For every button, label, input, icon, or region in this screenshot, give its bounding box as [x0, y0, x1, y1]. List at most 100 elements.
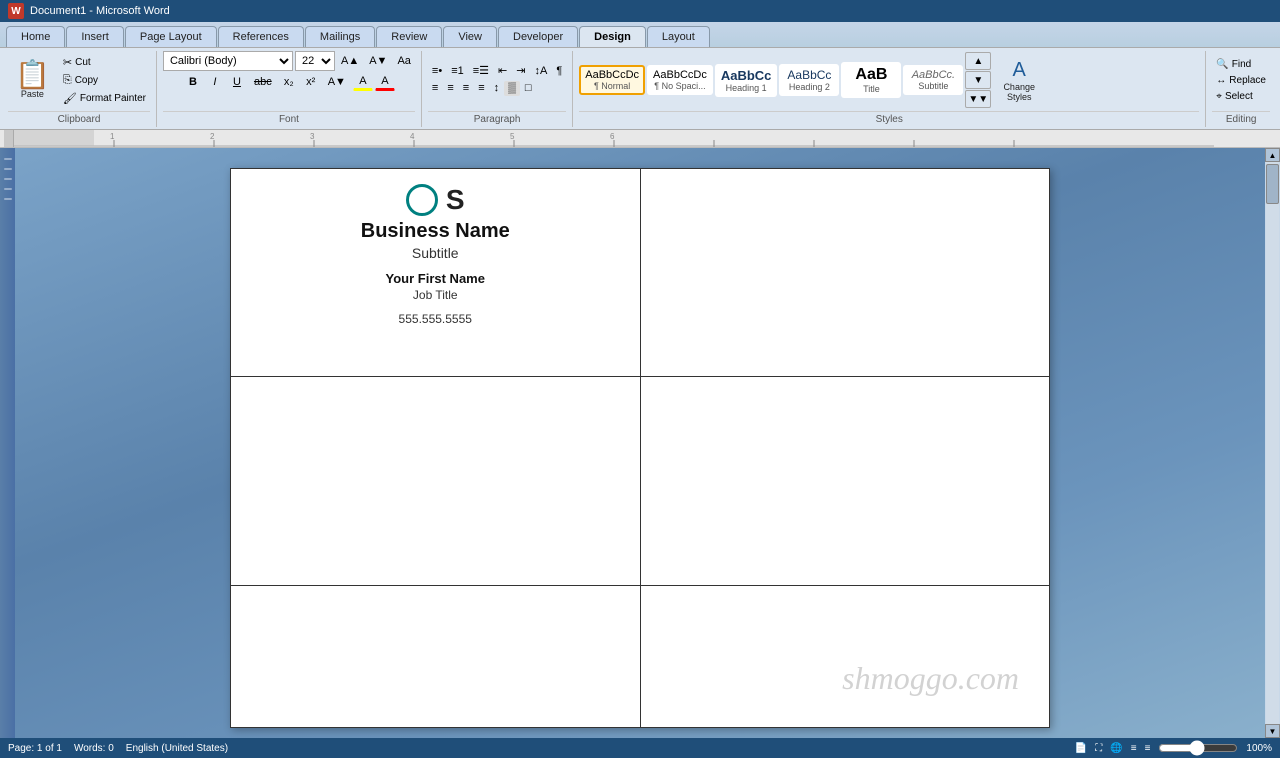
change-styles-button[interactable]: A Change Styles: [993, 51, 1045, 109]
font-size-select[interactable]: 22 81012141824: [295, 51, 335, 71]
grow-font-button[interactable]: A▲: [337, 54, 363, 69]
card-cell-3-2[interactable]: shmoggo.com: [640, 585, 1050, 728]
phone[interactable]: 555.555.5555: [251, 312, 620, 326]
card-cell-2-1[interactable]: [231, 377, 641, 585]
style-title-label: Title: [847, 84, 895, 94]
tab-design[interactable]: Design: [579, 26, 646, 47]
replace-button[interactable]: ↔ Replace: [1212, 73, 1270, 88]
view-print-icon[interactable]: 📄: [1075, 743, 1087, 754]
card-row-2: [231, 377, 1050, 585]
style-h2-button[interactable]: AaBbCc Heading 2: [779, 64, 839, 96]
style-nospace-preview: AaBbCcDc: [653, 69, 707, 81]
ribbon: Home Insert Page Layout References Maili…: [0, 22, 1280, 130]
business-name[interactable]: Business Name: [251, 220, 620, 243]
styles-scroll-up[interactable]: ▲: [965, 52, 991, 70]
font-group: Calibri (Body) 22 81012141824 A▲ A▼ Aa B…: [159, 51, 422, 127]
paste-label: Paste: [21, 89, 44, 99]
text-effects-button[interactable]: A▼: [323, 74, 351, 90]
style-title-button[interactable]: AaB Title: [841, 62, 901, 98]
sort-button[interactable]: ↕A: [530, 64, 551, 79]
clear-formatting-button[interactable]: Aa: [393, 54, 414, 69]
style-subtitle-button[interactable]: AaBbCc. Subtitle: [903, 65, 963, 95]
style-normal-label: ¶ Normal: [585, 81, 639, 91]
right-scrollbar[interactable]: ▲ ▼: [1265, 148, 1280, 738]
bold-button[interactable]: B: [183, 74, 203, 90]
clipboard-group-top: 📋 Paste ✂ Cut ⎘ Copy 🖌: [8, 51, 150, 109]
tab-review[interactable]: Review: [376, 26, 442, 47]
font-group-top: Calibri (Body) 22 81012141824 A▲ A▼ Aa B…: [163, 51, 415, 109]
view-full-icon[interactable]: ⛶: [1095, 743, 1102, 754]
superscript-button[interactable]: x²: [301, 74, 321, 90]
styles-expand[interactable]: ▼▼: [965, 90, 991, 108]
font-color-button[interactable]: A: [375, 73, 395, 91]
tab-layout[interactable]: Layout: [647, 26, 710, 47]
highlight-button[interactable]: A: [353, 73, 373, 91]
card-table: S Business Name Subtitle Your First Name…: [230, 168, 1050, 728]
scroll-up-button[interactable]: ▲: [1265, 148, 1280, 162]
card-cell-1-2[interactable]: [640, 169, 1050, 377]
clipboard-buttons: 📋 Paste ✂ Cut ⎘ Copy 🖌: [8, 54, 150, 107]
clipboard-label: Clipboard: [8, 111, 150, 125]
format-painter-icon: 🖌: [63, 92, 77, 105]
view-outline-icon[interactable]: ≡: [1131, 743, 1137, 754]
font-name-row: Calibri (Body) 22 81012141824 A▲ A▼ Aa: [163, 51, 415, 71]
copy-button[interactable]: ⎘ Copy: [59, 72, 150, 89]
view-web-icon[interactable]: 🌐: [1110, 743, 1122, 754]
borders-button[interactable]: □: [521, 81, 536, 96]
document-area[interactable]: S Business Name Subtitle Your First Name…: [15, 148, 1265, 738]
card-cell-3-1[interactable]: [231, 585, 641, 728]
person-name[interactable]: Your First Name: [251, 271, 620, 286]
change-styles-label: Change Styles: [1003, 82, 1035, 102]
copy-icon: ⎘: [63, 74, 72, 87]
strikethrough-button[interactable]: abc: [249, 74, 277, 90]
scroll-down-button[interactable]: ▼: [1265, 724, 1280, 738]
business-subtitle[interactable]: Subtitle: [251, 245, 620, 261]
bullets-button[interactable]: ≡•: [428, 64, 446, 79]
para-row-2: ≡ ≡ ≡ ≡ ↕ ▒ □: [428, 81, 566, 96]
increase-indent-button[interactable]: ⇥: [512, 64, 529, 79]
underline-button[interactable]: U: [227, 74, 247, 90]
tab-view[interactable]: View: [443, 26, 497, 47]
job-title[interactable]: Job Title: [251, 288, 620, 302]
italic-button[interactable]: I: [205, 74, 225, 90]
shading-button[interactable]: ▒: [504, 81, 520, 96]
tab-insert[interactable]: Insert: [66, 26, 124, 47]
find-button[interactable]: 🔍 Find: [1212, 57, 1270, 72]
style-nospace-button[interactable]: AaBbCcDc ¶ No Spaci...: [647, 65, 713, 95]
subscript-button[interactable]: x₂: [279, 74, 299, 90]
numbering-button[interactable]: ≡1: [447, 64, 468, 79]
cut-button[interactable]: ✂ Cut: [59, 54, 150, 71]
paragraph-label: Paragraph: [428, 111, 566, 125]
justify-button[interactable]: ≡: [474, 81, 488, 96]
tab-references[interactable]: References: [218, 26, 304, 47]
tab-home[interactable]: Home: [6, 26, 65, 47]
zoom-slider[interactable]: [1158, 743, 1238, 753]
card-cell-2-2[interactable]: [640, 377, 1050, 585]
paste-button[interactable]: 📋 Paste: [8, 54, 57, 107]
format-painter-button[interactable]: 🖌 Format Painter: [59, 90, 150, 107]
style-normal-button[interactable]: AaBbCcDc ¶ Normal: [579, 65, 645, 95]
shrink-font-button[interactable]: A▼: [365, 54, 391, 69]
align-left-button[interactable]: ≡: [428, 81, 442, 96]
svg-text:1: 1: [110, 132, 115, 141]
view-draft-icon[interactable]: ≡: [1145, 743, 1151, 754]
show-hide-button[interactable]: ¶: [552, 64, 566, 79]
font-name-select[interactable]: Calibri (Body): [163, 51, 293, 71]
tab-bar: Home Insert Page Layout References Maili…: [0, 22, 1280, 47]
decrease-indent-button[interactable]: ⇤: [494, 64, 511, 79]
scroll-thumb[interactable]: [1266, 164, 1279, 204]
select-button[interactable]: ⌖ Select: [1212, 89, 1270, 104]
page: S Business Name Subtitle Your First Name…: [230, 168, 1050, 728]
align-right-button[interactable]: ≡: [459, 81, 473, 96]
style-subtitle-preview: AaBbCc.: [909, 69, 957, 81]
logo-s: S: [446, 184, 465, 216]
align-center-button[interactable]: ≡: [443, 81, 457, 96]
line-spacing-button[interactable]: ↕: [490, 81, 504, 96]
styles-scroll-down[interactable]: ▼: [965, 71, 991, 89]
style-h1-button[interactable]: AaBbCc Heading 1: [715, 64, 778, 97]
tab-mailings[interactable]: Mailings: [305, 26, 375, 47]
multilevel-button[interactable]: ≡☰: [469, 64, 493, 79]
tab-developer[interactable]: Developer: [498, 26, 578, 47]
tab-page-layout[interactable]: Page Layout: [125, 26, 217, 47]
ribbon-content: 📋 Paste ✂ Cut ⎘ Copy 🖌: [0, 47, 1280, 129]
